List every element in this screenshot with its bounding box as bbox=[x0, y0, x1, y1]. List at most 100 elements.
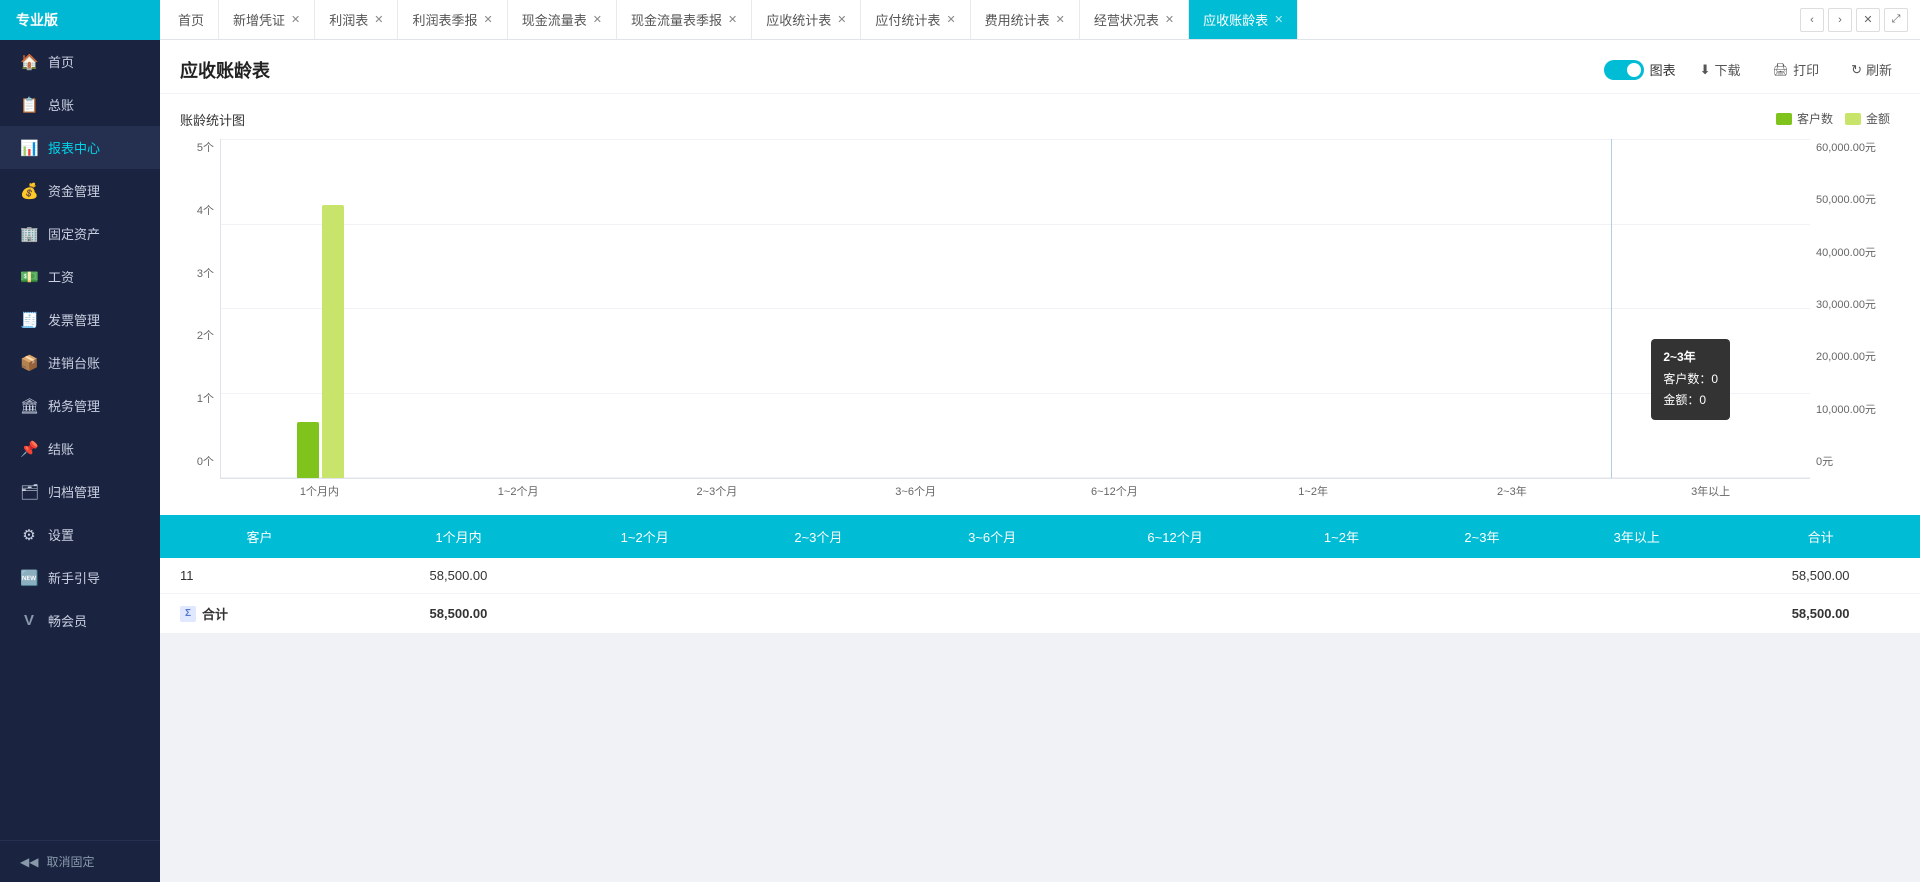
download-button[interactable]: ⬇ 下载 bbox=[1692, 56, 1749, 83]
page-title: 应收账龄表 bbox=[180, 57, 270, 83]
tab-cashflow-q-close[interactable]: ✕ bbox=[728, 13, 737, 26]
tab-ar-stats[interactable]: 应收统计表 ✕ bbox=[752, 0, 861, 40]
content-area: 应收账龄表 图表 ⬇ 下载 🖨 打印 ↻ bbox=[160, 40, 1920, 882]
sidebar-label-purchase: 进销台账 bbox=[48, 353, 100, 372]
total-total: 58,500.00 bbox=[1721, 594, 1920, 634]
sidebar-label-assets: 固定资产 bbox=[48, 224, 100, 243]
bar-amount-0[interactable] bbox=[322, 205, 344, 478]
cell-y2-3 bbox=[1412, 558, 1553, 594]
x-label-2: 2~3个月 bbox=[618, 479, 817, 499]
sidebar-item-invoice[interactable]: 🧾 发票管理 bbox=[0, 298, 160, 341]
bar-group-0[interactable] bbox=[221, 139, 420, 478]
tab-next-button[interactable]: › bbox=[1828, 8, 1852, 32]
unpin-button[interactable]: ◀◀ 取消固定 bbox=[0, 840, 160, 882]
col-total: 合计 bbox=[1721, 515, 1920, 558]
tab-profit-close[interactable]: ✕ bbox=[374, 13, 383, 26]
archive-icon: 🗂 bbox=[20, 483, 38, 501]
chart-container: 0个 1个 2个 3个 4个 5个 bbox=[180, 139, 1900, 499]
table-row: 11 58,500.00 58,500.00 bbox=[160, 558, 1920, 594]
tab-operation[interactable]: 经营状况表 ✕ bbox=[1080, 0, 1189, 40]
tab-profit-q[interactable]: 利润表季报 ✕ bbox=[398, 0, 507, 40]
tab-ar-aging-close[interactable]: ✕ bbox=[1274, 13, 1283, 26]
bar-group-4[interactable] bbox=[1016, 139, 1215, 478]
tab-profit[interactable]: 利润表 ✕ bbox=[315, 0, 398, 40]
sidebar-item-reports[interactable]: 📊 报表中心 bbox=[0, 126, 160, 169]
x-label-7: 3年以上 bbox=[1611, 479, 1810, 499]
tab-bar: 首页 新增凭证 ✕ 利润表 ✕ 利润表季报 ✕ 现金流量表 ✕ 现金流量表季报 … bbox=[160, 0, 1920, 40]
sidebar-item-settings[interactable]: ⚙ 设置 bbox=[0, 513, 160, 556]
chart-grid bbox=[220, 139, 1810, 479]
tab-cashflow[interactable]: 现金流量表 ✕ bbox=[508, 0, 617, 40]
bar-group-5[interactable] bbox=[1214, 139, 1413, 478]
purchase-icon: 📦 bbox=[20, 354, 38, 372]
bar-group-3[interactable] bbox=[817, 139, 1016, 478]
total-over3 bbox=[1552, 594, 1721, 634]
tab-expand-button[interactable]: ⤢ bbox=[1884, 8, 1908, 32]
cell-m3-6 bbox=[905, 558, 1079, 594]
close-period-icon: 📌 bbox=[20, 440, 38, 458]
bar-group-2[interactable] bbox=[618, 139, 817, 478]
bar-group-1[interactable] bbox=[420, 139, 619, 478]
chart-toggle-label: 图表 bbox=[1650, 60, 1676, 79]
ledger-icon: 📋 bbox=[20, 96, 38, 114]
tab-ar-aging-label: 应收账龄表 bbox=[1203, 10, 1268, 29]
tab-operation-close[interactable]: ✕ bbox=[1165, 13, 1174, 26]
bars-row bbox=[221, 139, 1810, 478]
sidebar-item-funds[interactable]: 💰 资金管理 bbox=[0, 169, 160, 212]
sidebar-item-home[interactable]: 🏠 首页 bbox=[0, 40, 160, 83]
tab-expense[interactable]: 费用统计表 ✕ bbox=[971, 0, 1080, 40]
print-button[interactable]: 🖨 打印 bbox=[1765, 56, 1828, 83]
tab-home[interactable]: 首页 bbox=[164, 0, 219, 40]
x-label-1: 1~2个月 bbox=[419, 479, 618, 499]
tab-expense-close[interactable]: ✕ bbox=[1056, 13, 1065, 26]
x-label-0: 1个月内 bbox=[220, 479, 419, 499]
print-icon: 🖨 bbox=[1773, 62, 1790, 78]
sidebar-label-home: 首页 bbox=[48, 52, 74, 71]
total-m2-3 bbox=[732, 594, 906, 634]
sidebar-item-tax[interactable]: 🏛 税务管理 bbox=[0, 384, 160, 427]
tab-expense-label: 费用统计表 bbox=[985, 10, 1050, 29]
tab-prev-button[interactable]: ‹ bbox=[1800, 8, 1824, 32]
sidebar-item-payroll[interactable]: 💵 工资 bbox=[0, 255, 160, 298]
total-m6-12 bbox=[1079, 594, 1271, 634]
sidebar-item-assets[interactable]: 🏢 固定资产 bbox=[0, 212, 160, 255]
cell-over3 bbox=[1552, 558, 1721, 594]
x-label-6: 2~3年 bbox=[1413, 479, 1612, 499]
bar-customers-0[interactable] bbox=[297, 422, 319, 478]
sidebar-label-tax: 税务管理 bbox=[48, 396, 100, 415]
page-header: 应收账龄表 图表 ⬇ 下载 🖨 打印 ↻ bbox=[160, 40, 1920, 94]
cell-customer: 11 bbox=[160, 558, 359, 594]
sidebar-item-ledger[interactable]: 📋 总账 bbox=[0, 83, 160, 126]
cell-y1-2 bbox=[1271, 558, 1412, 594]
tax-icon: 🏛 bbox=[20, 397, 38, 415]
tab-voucher[interactable]: 新增凭证 ✕ bbox=[219, 0, 315, 40]
chart-toggle[interactable] bbox=[1604, 60, 1644, 80]
sidebar-item-vip[interactable]: V 畅会员 bbox=[0, 599, 160, 642]
sidebar-label-close: 结账 bbox=[48, 439, 74, 458]
cell-m1-2 bbox=[558, 558, 732, 594]
tab-ar-aging[interactable]: 应收账龄表 ✕ bbox=[1189, 0, 1298, 40]
sidebar-label-guide: 新手引导 bbox=[48, 568, 100, 587]
bar-group-6[interactable] bbox=[1413, 139, 1612, 478]
tab-ar-stats-close[interactable]: ✕ bbox=[837, 13, 846, 26]
tab-home-label: 首页 bbox=[178, 10, 204, 29]
tab-ap-stats-close[interactable]: ✕ bbox=[946, 13, 955, 26]
sidebar-item-guide[interactable]: 🆕 新手引导 bbox=[0, 556, 160, 599]
tab-ap-stats[interactable]: 应付统计表 ✕ bbox=[861, 0, 970, 40]
main-area: 首页 新增凭证 ✕ 利润表 ✕ 利润表季报 ✕ 现金流量表 ✕ 现金流量表季报 … bbox=[160, 0, 1920, 882]
chart-area: 账龄统计图 客户数 金额 0个 1个 2 bbox=[160, 94, 1920, 515]
tab-voucher-close[interactable]: ✕ bbox=[291, 13, 300, 26]
sidebar-item-close[interactable]: 📌 结账 bbox=[0, 427, 160, 470]
sidebar-item-archive[interactable]: 🗂 归档管理 bbox=[0, 470, 160, 513]
tab-close-all-button[interactable]: ✕ bbox=[1856, 8, 1880, 32]
tab-cashflow-close[interactable]: ✕ bbox=[593, 13, 602, 26]
home-icon: 🏠 bbox=[20, 53, 38, 71]
aging-table: 客户 1个月内 1~2个月 2~3个月 3~6个月 6~12个月 1~2年 2~… bbox=[160, 515, 1920, 634]
sidebar: 专业版 🏠 首页 📋 总账 📊 报表中心 💰 资金管理 🏢 固定资产 💵 工资 … bbox=[0, 0, 160, 882]
tab-voucher-label: 新增凭证 bbox=[233, 10, 285, 29]
tab-profit-q-close[interactable]: ✕ bbox=[484, 13, 493, 26]
refresh-button[interactable]: ↻ 刷新 bbox=[1843, 56, 1900, 83]
bar-group-7[interactable] bbox=[1611, 139, 1810, 478]
tab-cashflow-q[interactable]: 现金流量表季报 ✕ bbox=[617, 0, 752, 40]
sidebar-item-purchase[interactable]: 📦 进销台账 bbox=[0, 341, 160, 384]
